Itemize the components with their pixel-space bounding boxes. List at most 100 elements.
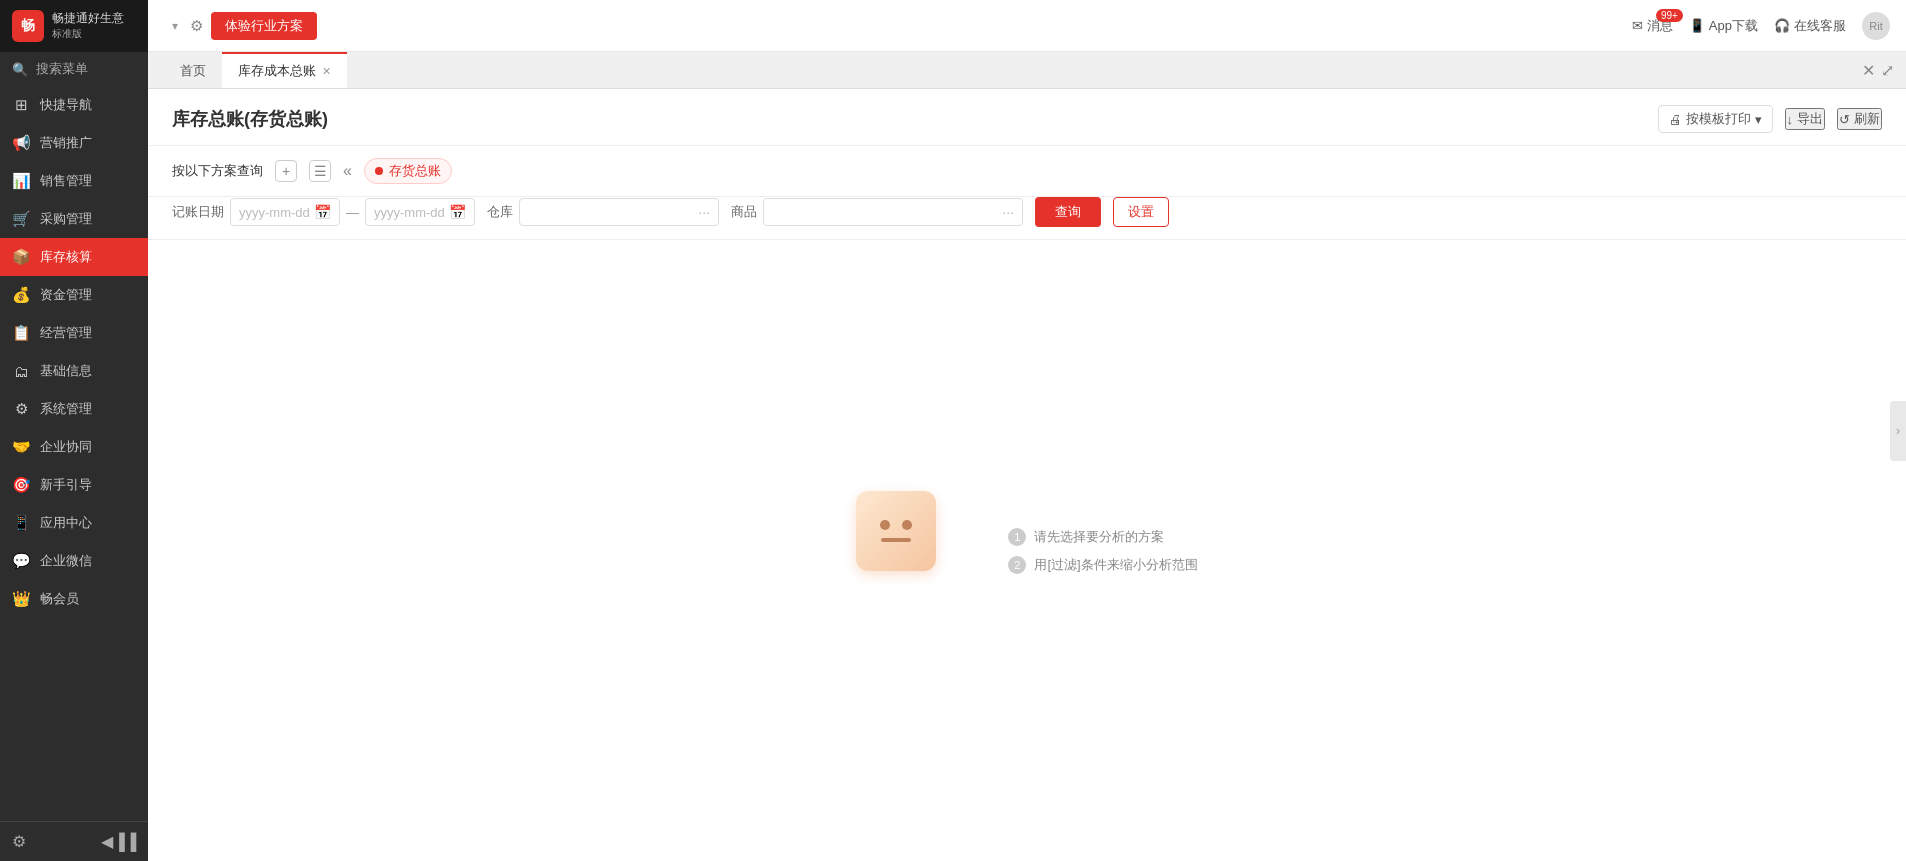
filter-scheme-item[interactable]: 存货总账 [364,158,452,184]
tab-inventory-cost-label: 库存成本总账 [238,62,316,80]
export-icon: ↓ [1787,112,1794,127]
tab-expand-btn[interactable]: ⤢ [1881,61,1894,80]
topbar-user[interactable]: Rit [1862,12,1890,40]
date-start-placeholder: yyyy-mm-dd [239,205,310,220]
refresh-label: 刷新 [1854,110,1880,128]
topbar-message-btn[interactable]: ✉ 消息 99+ [1632,17,1673,35]
speaker-bottom-icon[interactable]: ◀▐▐ [101,832,136,851]
sidebar-logo: 畅 畅捷通好生意 标准版 [0,0,148,52]
sidebar-label-sales: 销售管理 [40,172,92,190]
robot-mouth [881,538,911,542]
print-icon: 🖨 [1669,112,1682,127]
topbar: ▾ ⚙ 体验行业方案 ✉ 消息 99+ 📱 App下载 🎧 在线客服 Rit [148,0,1906,52]
date-separator: — [346,205,359,220]
filter-add-btn[interactable]: + [275,160,297,182]
filter-collapse-btn[interactable]: « [343,162,352,180]
sidebar-label-inventory: 库存核算 [40,248,92,266]
robot-eye-left [880,520,890,530]
sidebar-icon-app-center: 📱 [12,514,30,532]
sidebar: 畅 畅捷通好生意 标准版 🔍 搜索菜单 ⊞ 快捷导航 📢 营销推广 📊 销售管理… [0,0,148,861]
tabbar-right-actions: ✕ ⤢ [1862,61,1894,80]
sidebar-item-purchase[interactable]: 🛒 采购管理 [0,200,148,238]
service-label: 在线客服 [1794,17,1846,35]
sidebar-item-wechat[interactable]: 💬 企业微信 [0,542,148,580]
sidebar-icon-sales: 📊 [12,172,30,190]
sidebar-label-finance: 资金管理 [40,286,92,304]
sidebar-label-quick-nav: 快捷导航 [40,96,92,114]
warehouse-more-icon[interactable]: ··· [698,204,710,220]
calendar-end-icon[interactable]: 📅 [449,204,466,220]
print-btn[interactable]: 🖨 按模板打印 ▾ [1658,105,1773,133]
sidebar-item-finance[interactable]: 💰 资金管理 [0,276,148,314]
calendar-start-icon[interactable]: 📅 [314,204,331,220]
industry-btn[interactable]: 体验行业方案 [211,12,317,40]
sidebar-label-member: 畅会员 [40,590,79,608]
sidebar-item-system[interactable]: ⚙ 系统管理 [0,390,148,428]
sidebar-label-operations: 经营管理 [40,324,92,342]
settings-btn[interactable]: 设置 [1113,197,1169,227]
topbar-app-btn[interactable]: 📱 App下载 [1689,17,1758,35]
goods-input[interactable]: ··· [763,198,1023,226]
filter-bar-label: 按以下方案查询 [172,162,263,180]
empty-robot-icon [856,491,936,571]
sidebar-item-app-center[interactable]: 📱 应用中心 [0,504,148,542]
service-icon: 🎧 [1774,18,1790,33]
tab-home[interactable]: 首页 [164,52,222,88]
sidebar-item-basic-info[interactable]: 🗂 基础信息 [0,352,148,390]
tab-close-icon[interactable]: ✕ [322,65,331,78]
filter-bar: 按以下方案查询 + ☰ « 存货总账 [148,146,1906,197]
goods-more-icon[interactable]: ··· [1002,204,1014,220]
logo-text-line1: 畅捷通好生意 [52,11,124,27]
sidebar-search[interactable]: 🔍 搜索菜单 [0,52,148,86]
sidebar-item-sales[interactable]: 📊 销售管理 [0,162,148,200]
topbar-left: ▾ ⚙ 体验行业方案 [164,12,1620,40]
date-field-label: 记账日期 [172,203,224,221]
date-end-input[interactable]: yyyy-mm-dd 📅 [365,198,475,226]
sidebar-icon-basic-info: 🗂 [12,362,30,380]
sidebar-item-marketing[interactable]: 📢 营销推广 [0,124,148,162]
sidebar-item-beginner[interactable]: 🎯 新手引导 [0,466,148,504]
sidebar-label-beginner: 新手引导 [40,476,92,494]
print-chevron: ▾ [1755,112,1762,127]
user-avatar: Rit [1862,12,1890,40]
sidebar-item-inventory[interactable]: 📦 库存核算 [0,238,148,276]
refresh-btn[interactable]: ↺ 刷新 [1837,108,1882,130]
warehouse-field-label: 仓库 [487,203,513,221]
filter-group-goods: 商品 ··· [731,198,1023,226]
export-btn[interactable]: ↓ 导出 [1785,108,1826,130]
app-icon: 📱 [1689,18,1705,33]
sidebar-label-system: 系统管理 [40,400,92,418]
page-actions: 🖨 按模板打印 ▾ ↓ 导出 ↺ 刷新 [1658,105,1883,133]
sidebar-icon-inventory: 📦 [12,248,30,266]
query-btn[interactable]: 查询 [1035,197,1101,227]
page-title-row: 库存总账(存货总账) 🖨 按模板打印 ▾ ↓ 导出 ↺ 刷新 [172,105,1882,145]
topbar-service-btn[interactable]: 🎧 在线客服 [1774,17,1846,35]
sidebar-icon-finance: 💰 [12,286,30,304]
date-end-placeholder: yyyy-mm-dd [374,205,445,220]
main-content: ▾ ⚙ 体验行业方案 ✉ 消息 99+ 📱 App下载 🎧 在线客服 Rit [148,0,1906,861]
tab-inventory-cost[interactable]: 库存成本总账 ✕ [222,52,347,88]
app-label: App下载 [1709,17,1758,35]
warehouse-input[interactable]: ··· [519,198,719,226]
sidebar-item-member[interactable]: 👑 畅会员 [0,580,148,618]
refresh-icon: ↺ [1839,112,1850,127]
tab-close-panel-btn[interactable]: ✕ [1862,61,1875,80]
print-label: 按模板打印 [1686,110,1751,128]
date-start-input[interactable]: yyyy-mm-dd 📅 [230,198,340,226]
right-panel-toggle[interactable]: › [1890,401,1906,461]
filter-schema-btn[interactable]: ☰ [309,160,331,182]
sidebar-bottom: ⚙ ◀▐▐ [0,821,148,861]
sidebar-item-operations[interactable]: 📋 经营管理 [0,314,148,352]
settings-bottom-icon[interactable]: ⚙ [12,832,26,851]
empty-tip-1: 1 请先选择要分析的方案 [1008,528,1197,546]
message-badge: 99+ [1656,9,1683,22]
topbar-gear-icon[interactable]: ⚙ [190,17,203,35]
export-label: 导出 [1797,110,1823,128]
topbar-chevron-icon[interactable]: ▾ [172,19,178,33]
empty-content: 1 请先选择要分析的方案 2 用[过滤]条件来缩小分析范围 [856,491,1197,611]
scheme-dot-icon [375,167,383,175]
sidebar-item-cooperation[interactable]: 🤝 企业协同 [0,428,148,466]
sidebar-item-quick-nav[interactable]: ⊞ 快捷导航 [0,86,148,124]
sidebar-label-marketing: 营销推广 [40,134,92,152]
robot-eye-right [902,520,912,530]
